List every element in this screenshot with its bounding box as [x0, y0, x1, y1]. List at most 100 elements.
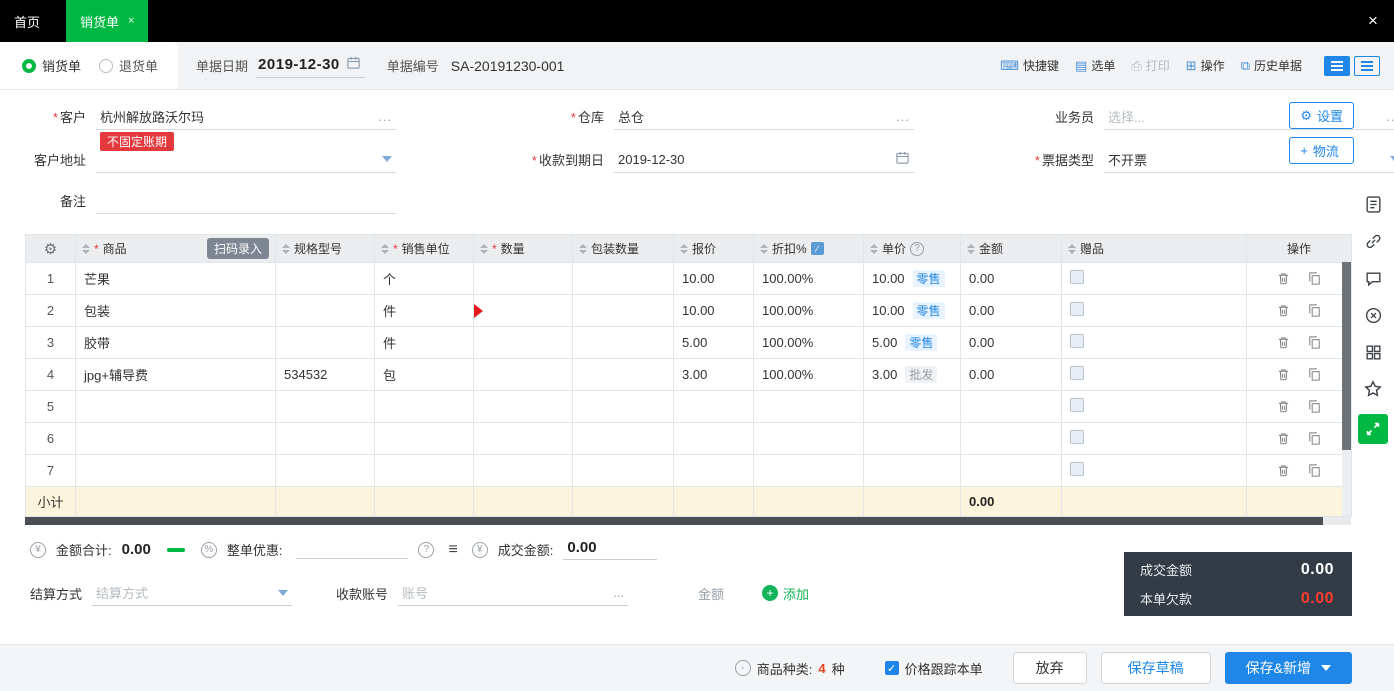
deal-amount-value[interactable]: 0.00	[563, 539, 656, 560]
calendar-icon[interactable]	[346, 55, 361, 73]
qty-cell[interactable]	[474, 455, 573, 487]
quote-cell[interactable]: 10.00	[674, 263, 754, 295]
delete-icon[interactable]	[1276, 431, 1291, 446]
window-close-icon[interactable]: ×	[1352, 0, 1394, 42]
spec-cell[interactable]	[276, 455, 375, 487]
more-icon[interactable]: ...	[896, 109, 910, 124]
print-button[interactable]: ⎙打印	[1131, 57, 1169, 74]
pkg-cell[interactable]	[573, 391, 674, 423]
pkg-cell[interactable]	[573, 263, 674, 295]
product-cell[interactable]: 胶带	[76, 327, 276, 359]
sort-icon[interactable]	[760, 244, 768, 254]
copy-icon[interactable]	[1307, 431, 1322, 446]
gift-checkbox[interactable]	[1070, 270, 1084, 284]
scrollbar-thumb[interactable]	[25, 517, 1323, 525]
unit-cell[interactable]: 包	[375, 359, 474, 391]
sort-icon[interactable]	[680, 244, 688, 254]
qty-cell[interactable]	[474, 327, 573, 359]
discount-cell[interactable]: 100.00%	[754, 295, 864, 327]
discount-cell[interactable]	[754, 455, 864, 487]
warehouse-field[interactable]: 总仓 ...	[614, 103, 914, 130]
quote-cell[interactable]	[674, 455, 754, 487]
col-qty[interactable]: *数量	[474, 235, 573, 263]
spec-cell[interactable]	[276, 263, 375, 295]
save-draft-button[interactable]: 保存草稿	[1101, 652, 1211, 684]
copy-icon[interactable]	[1307, 271, 1322, 286]
product-cell[interactable]: 芒果	[76, 263, 276, 295]
address-field[interactable]	[96, 146, 396, 173]
unit-cell[interactable]	[375, 391, 474, 423]
spec-cell[interactable]	[276, 423, 375, 455]
price-cell[interactable]: 10.00零售	[864, 263, 961, 295]
customer-field[interactable]: 杭州解放路沃尔玛 ... 不固定账期	[96, 103, 396, 130]
sort-icon[interactable]	[282, 244, 290, 254]
copy-icon[interactable]	[1307, 399, 1322, 414]
apps-icon[interactable]	[1361, 340, 1385, 364]
help-icon[interactable]: ?	[910, 242, 924, 256]
gift-checkbox[interactable]	[1070, 366, 1084, 380]
delete-icon[interactable]	[1276, 399, 1291, 414]
tab-close-icon[interactable]: ×	[128, 15, 134, 27]
spec-cell[interactable]	[276, 327, 375, 359]
col-quote[interactable]: 报价	[674, 235, 754, 263]
settle-method-select[interactable]: 结算方式	[92, 580, 292, 606]
scrollbar-thumb[interactable]	[1342, 262, 1351, 450]
delete-icon[interactable]	[1276, 271, 1291, 286]
qty-cell[interactable]	[474, 423, 573, 455]
product-cell[interactable]	[76, 423, 276, 455]
qty-cell[interactable]	[474, 359, 573, 391]
sort-icon[interactable]	[480, 244, 488, 254]
horizontal-scrollbar[interactable]	[25, 517, 1351, 525]
delete-icon[interactable]	[1276, 367, 1291, 382]
pkg-cell[interactable]	[573, 423, 674, 455]
price-type-tag[interactable]: 零售	[905, 334, 937, 351]
unit-cell[interactable]	[375, 455, 474, 487]
radio-return-order[interactable]: 退货单	[99, 56, 158, 75]
radio-sales-order[interactable]: 销货单	[22, 56, 81, 75]
product-cell[interactable]	[76, 391, 276, 423]
tab-home[interactable]: 首页	[0, 0, 54, 42]
checked-checkbox-icon[interactable]: ✓	[885, 661, 899, 675]
unit-cell[interactable]: 件	[375, 295, 474, 327]
copy-icon[interactable]	[1307, 335, 1322, 350]
link-icon[interactable]	[1361, 229, 1385, 253]
chevron-down-icon[interactable]	[382, 156, 392, 162]
star-icon[interactable]	[1361, 377, 1385, 401]
price-cell[interactable]	[864, 423, 961, 455]
more-icon[interactable]: ...	[378, 109, 392, 124]
unit-cell[interactable]: 个	[375, 263, 474, 295]
gift-checkbox[interactable]	[1070, 430, 1084, 444]
sort-icon[interactable]	[1068, 244, 1076, 254]
quote-cell[interactable]: 10.00	[674, 295, 754, 327]
receive-account-field[interactable]: 账号 ...	[398, 580, 628, 606]
quote-cell[interactable]	[674, 391, 754, 423]
copy-icon[interactable]	[1307, 303, 1322, 318]
col-unit[interactable]: *销售单位	[375, 235, 474, 263]
sort-icon[interactable]	[579, 244, 587, 254]
due-date-field[interactable]: 2019-12-30	[614, 146, 914, 173]
calendar-icon[interactable]	[895, 150, 910, 168]
qty-cell-flagged[interactable]	[474, 295, 573, 327]
sort-icon[interactable]	[82, 244, 90, 254]
col-amount[interactable]: 金额	[961, 235, 1062, 263]
price-track-option[interactable]: ✓ 价格跟踪本单	[885, 659, 983, 678]
scan-input-button[interactable]: 扫码录入	[207, 238, 269, 259]
logistics-button[interactable]: +物流	[1289, 137, 1354, 164]
vertical-scrollbar[interactable]	[1342, 262, 1351, 516]
add-payment-button[interactable]: + 添加	[762, 584, 809, 603]
gift-checkbox[interactable]	[1070, 462, 1084, 476]
more-icon[interactable]: ...	[1386, 109, 1394, 124]
sort-icon[interactable]	[967, 244, 975, 254]
comment-icon[interactable]	[1361, 266, 1385, 290]
sort-icon[interactable]	[870, 244, 878, 254]
shortcut-keys-button[interactable]: ⌨快捷键	[1000, 57, 1059, 74]
gift-checkbox[interactable]	[1070, 398, 1084, 412]
qty-cell[interactable]	[474, 391, 573, 423]
col-price[interactable]: 单价?	[864, 235, 961, 263]
discount-cell[interactable]	[754, 391, 864, 423]
discount-cell[interactable]: 100.00%	[754, 263, 864, 295]
settings-button[interactable]: ⚙设置	[1289, 102, 1354, 129]
spec-cell[interactable]: 534532	[276, 359, 375, 391]
cancel-button[interactable]: 放弃	[1013, 652, 1087, 684]
price-cell[interactable]: 10.00零售	[864, 295, 961, 327]
